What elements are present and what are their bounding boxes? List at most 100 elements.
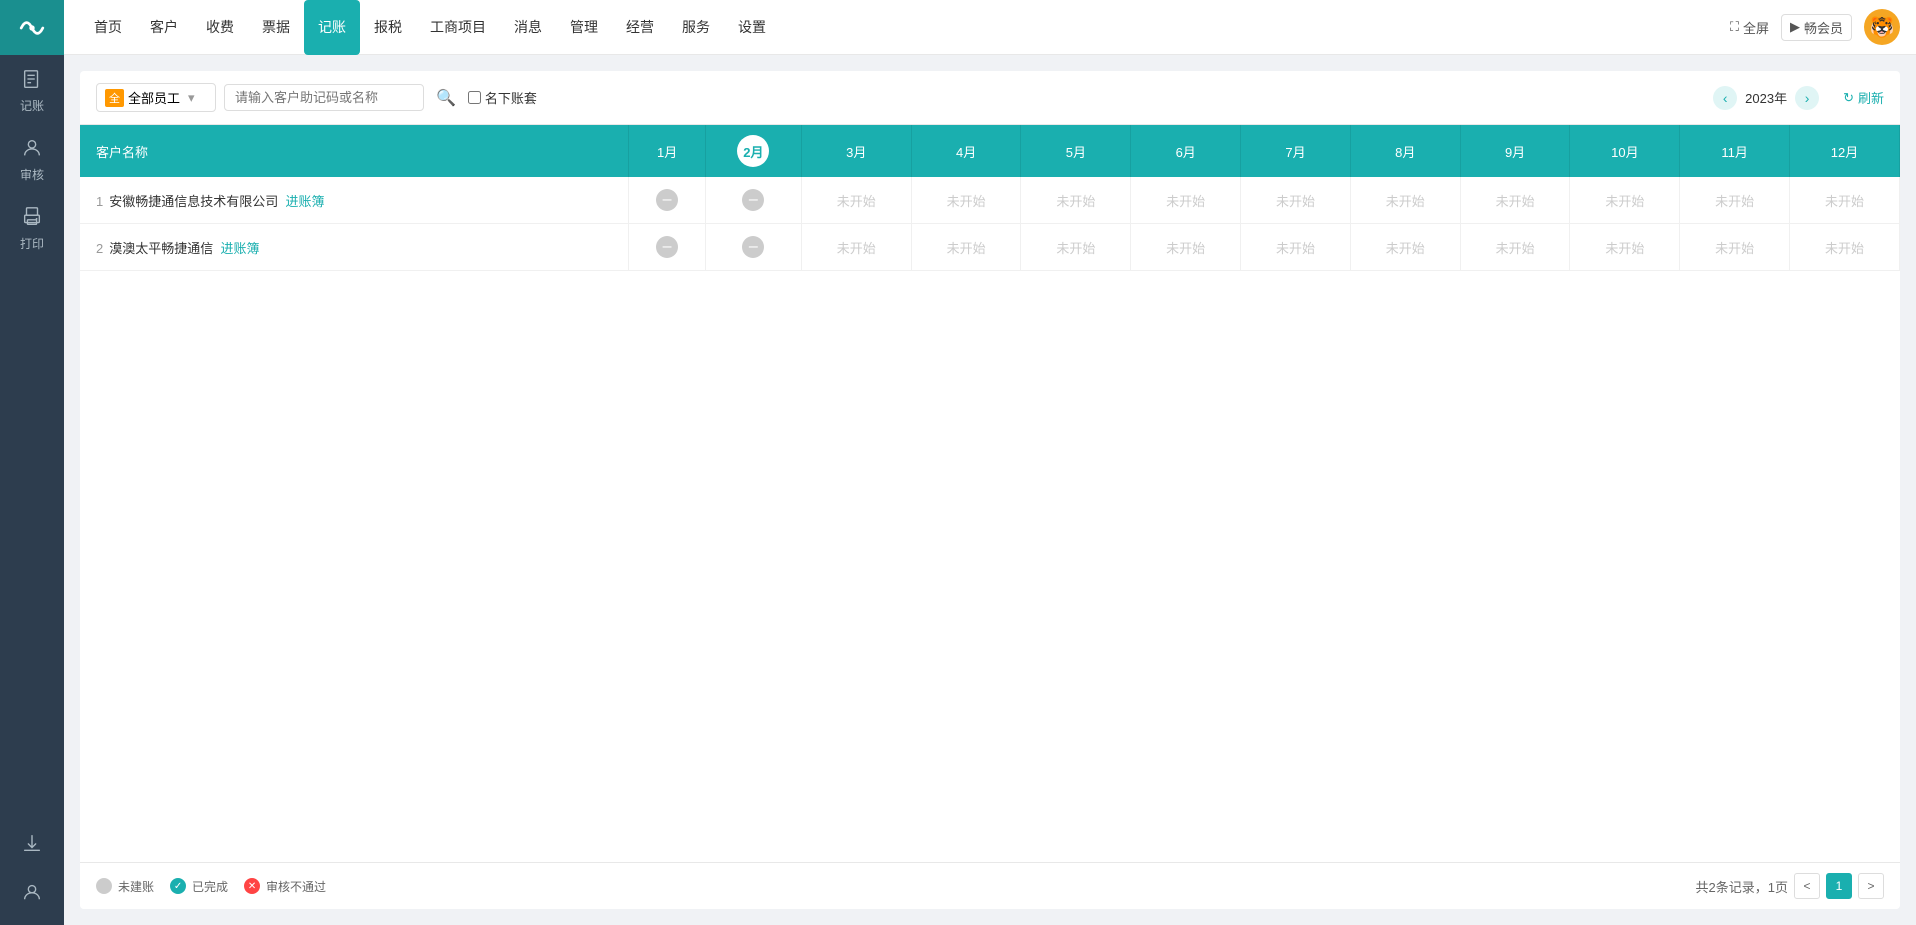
not-started-label: 未开始 bbox=[1605, 241, 1644, 256]
nav-bookkeeping[interactable]: 记账 bbox=[304, 0, 360, 55]
row-name-cell: 1安徽畅捷通信息技术有限公司 进账簿 bbox=[80, 177, 629, 224]
col-header-m8: 8月 bbox=[1350, 125, 1460, 177]
row-index: 2 bbox=[96, 241, 103, 256]
avatar[interactable]: 🐯 bbox=[1864, 9, 1900, 45]
sidebar-item-download[interactable] bbox=[0, 819, 64, 867]
sidebar-item-bookkeeping-label: 记账 bbox=[20, 97, 44, 114]
enter-link[interactable]: 进账簿 bbox=[220, 241, 259, 256]
pagination-next[interactable]: > bbox=[1858, 873, 1884, 899]
not-started-label: 未开始 bbox=[1276, 194, 1315, 209]
col-header-m6: 6月 bbox=[1131, 125, 1241, 177]
legend-dot-teal bbox=[170, 878, 186, 894]
sidebar-logo[interactable] bbox=[0, 0, 64, 55]
checkbox-label[interactable]: 名下账套 bbox=[468, 88, 537, 107]
toolbar: 全 全部员工 ▾ 🔍 名下账套 ‹ 2023年 › bbox=[80, 71, 1900, 125]
table-row: 2漠澳太平畅捷通信 进账簿––未开始未开始未开始未开始未开始未开始未开始未开始未… bbox=[80, 224, 1900, 271]
not-started-label: 未开始 bbox=[947, 241, 986, 256]
user-bottom-icon bbox=[16, 877, 48, 905]
row-month-cell: 未开始 bbox=[1460, 224, 1570, 271]
legend-dot-grey bbox=[96, 878, 112, 894]
sidebar-item-print-label: 打印 bbox=[20, 235, 44, 252]
legend-completed: 已完成 bbox=[170, 878, 228, 895]
not-started-label: 未开始 bbox=[947, 194, 986, 209]
enter-link[interactable]: 进账簿 bbox=[285, 194, 324, 209]
employee-select[interactable]: 全 全部员工 ▾ bbox=[96, 83, 216, 112]
footer: 未建账 已完成 审核不通过 共2条记录，1页 < 1 > bbox=[80, 862, 1900, 909]
table-wrap: 客户名称 1月 2月 3月 4月 5月 6月 7月 8月 9月 bbox=[80, 125, 1900, 862]
nav-tax[interactable]: 报税 bbox=[360, 0, 416, 55]
bookkeeping-icon bbox=[16, 65, 48, 93]
chevron-down-icon: ▾ bbox=[188, 90, 195, 106]
nav-customer[interactable]: 客户 bbox=[136, 0, 192, 55]
print-icon bbox=[16, 203, 48, 231]
legend-label-red: 审核不通过 bbox=[266, 878, 326, 895]
row-month-cell: 未开始 bbox=[1021, 224, 1131, 271]
sidebar-bottom bbox=[0, 819, 64, 925]
row-month-cell: 未开始 bbox=[1241, 177, 1351, 224]
col-header-m4: 4月 bbox=[911, 125, 1021, 177]
sidebar: 记账 审核 打印 bbox=[0, 0, 64, 925]
status-dash-icon: – bbox=[742, 236, 764, 258]
nav-manage[interactable]: 管理 bbox=[556, 0, 612, 55]
legend-label-grey: 未建账 bbox=[118, 878, 154, 895]
vip-icon: ▶ bbox=[1790, 19, 1800, 35]
row-month-cell: 未开始 bbox=[1570, 177, 1680, 224]
nav-settings[interactable]: 设置 bbox=[724, 0, 780, 55]
status-dash-icon: – bbox=[742, 189, 764, 211]
sidebar-item-print[interactable]: 打印 bbox=[0, 193, 64, 262]
pagination: 共2条记录，1页 < 1 > bbox=[1696, 873, 1884, 899]
vip-label: 畅会员 bbox=[1804, 18, 1843, 37]
refresh-label: 刷新 bbox=[1858, 88, 1884, 107]
nav-operation[interactable]: 经营 bbox=[612, 0, 668, 55]
vip-button[interactable]: ▶ 畅会员 bbox=[1781, 14, 1852, 41]
nav-message[interactable]: 消息 bbox=[500, 0, 556, 55]
col-header-name: 客户名称 bbox=[80, 125, 629, 177]
year-prev-button[interactable]: ‹ bbox=[1713, 86, 1737, 110]
sidebar-item-user-bottom[interactable] bbox=[0, 867, 64, 915]
sidebar-item-bookkeeping[interactable]: 记账 bbox=[0, 55, 64, 124]
not-started-label: 未开始 bbox=[1496, 241, 1535, 256]
refresh-icon: ↻ bbox=[1843, 90, 1854, 106]
year-next-button[interactable]: › bbox=[1795, 86, 1819, 110]
fullscreen-button[interactable]: ⛶ 全屏 bbox=[1730, 18, 1769, 37]
nav-invoice[interactable]: 票据 bbox=[248, 0, 304, 55]
legend-label-teal: 已完成 bbox=[192, 878, 228, 895]
main-panel: 全 全部员工 ▾ 🔍 名下账套 ‹ 2023年 › bbox=[80, 71, 1900, 909]
row-month-cell: – bbox=[629, 177, 705, 224]
nav-home[interactable]: 首页 bbox=[80, 0, 136, 55]
fullscreen-icon: ⛶ bbox=[1730, 19, 1739, 35]
col-header-m10: 10月 bbox=[1570, 125, 1680, 177]
row-month-cell: 未开始 bbox=[1131, 224, 1241, 271]
table-row: 1安徽畅捷通信息技术有限公司 进账簿––未开始未开始未开始未开始未开始未开始未开… bbox=[80, 177, 1900, 224]
nav-right: ⛶ 全屏 ▶ 畅会员 🐯 bbox=[1730, 9, 1900, 45]
pagination-page-1[interactable]: 1 bbox=[1826, 873, 1852, 899]
refresh-button[interactable]: ↻ 刷新 bbox=[1843, 88, 1884, 107]
nav-billing[interactable]: 收费 bbox=[192, 0, 248, 55]
search-button[interactable]: 🔍 bbox=[432, 84, 460, 112]
checkbox-text: 名下账套 bbox=[485, 88, 537, 107]
pagination-prev[interactable]: < bbox=[1794, 873, 1820, 899]
nav-bizproject[interactable]: 工商项目 bbox=[416, 0, 500, 55]
audit-icon bbox=[16, 134, 48, 162]
nav-service[interactable]: 服务 bbox=[668, 0, 724, 55]
search-input[interactable] bbox=[224, 84, 424, 111]
download-icon bbox=[16, 829, 48, 857]
row-month-cell: 未开始 bbox=[801, 177, 911, 224]
row-month-cell: 未开始 bbox=[911, 224, 1021, 271]
col-header-m1: 1月 bbox=[629, 125, 705, 177]
status-dash-icon: – bbox=[656, 236, 678, 258]
checkbox-input[interactable] bbox=[468, 91, 481, 104]
not-started-label: 未开始 bbox=[1386, 241, 1425, 256]
not-started-label: 未开始 bbox=[1276, 241, 1315, 256]
year-label: 2023年 bbox=[1745, 88, 1787, 107]
content: 全 全部员工 ▾ 🔍 名下账套 ‹ 2023年 › bbox=[64, 55, 1916, 925]
row-month-cell: 未开始 bbox=[1680, 177, 1790, 224]
year-nav: ‹ 2023年 › bbox=[1713, 86, 1819, 110]
topnav: 首页 客户 收费 票据 记账 报税 工商项目 消息 管理 经营 服务 设置 ⛶ … bbox=[64, 0, 1916, 55]
not-started-label: 未开始 bbox=[1825, 241, 1864, 256]
legend-not-built: 未建账 bbox=[96, 878, 154, 895]
sidebar-item-audit[interactable]: 审核 bbox=[0, 124, 64, 193]
row-month-cell: 未开始 bbox=[1790, 177, 1900, 224]
row-month-cell: – bbox=[705, 177, 801, 224]
not-started-label: 未开始 bbox=[1825, 194, 1864, 209]
